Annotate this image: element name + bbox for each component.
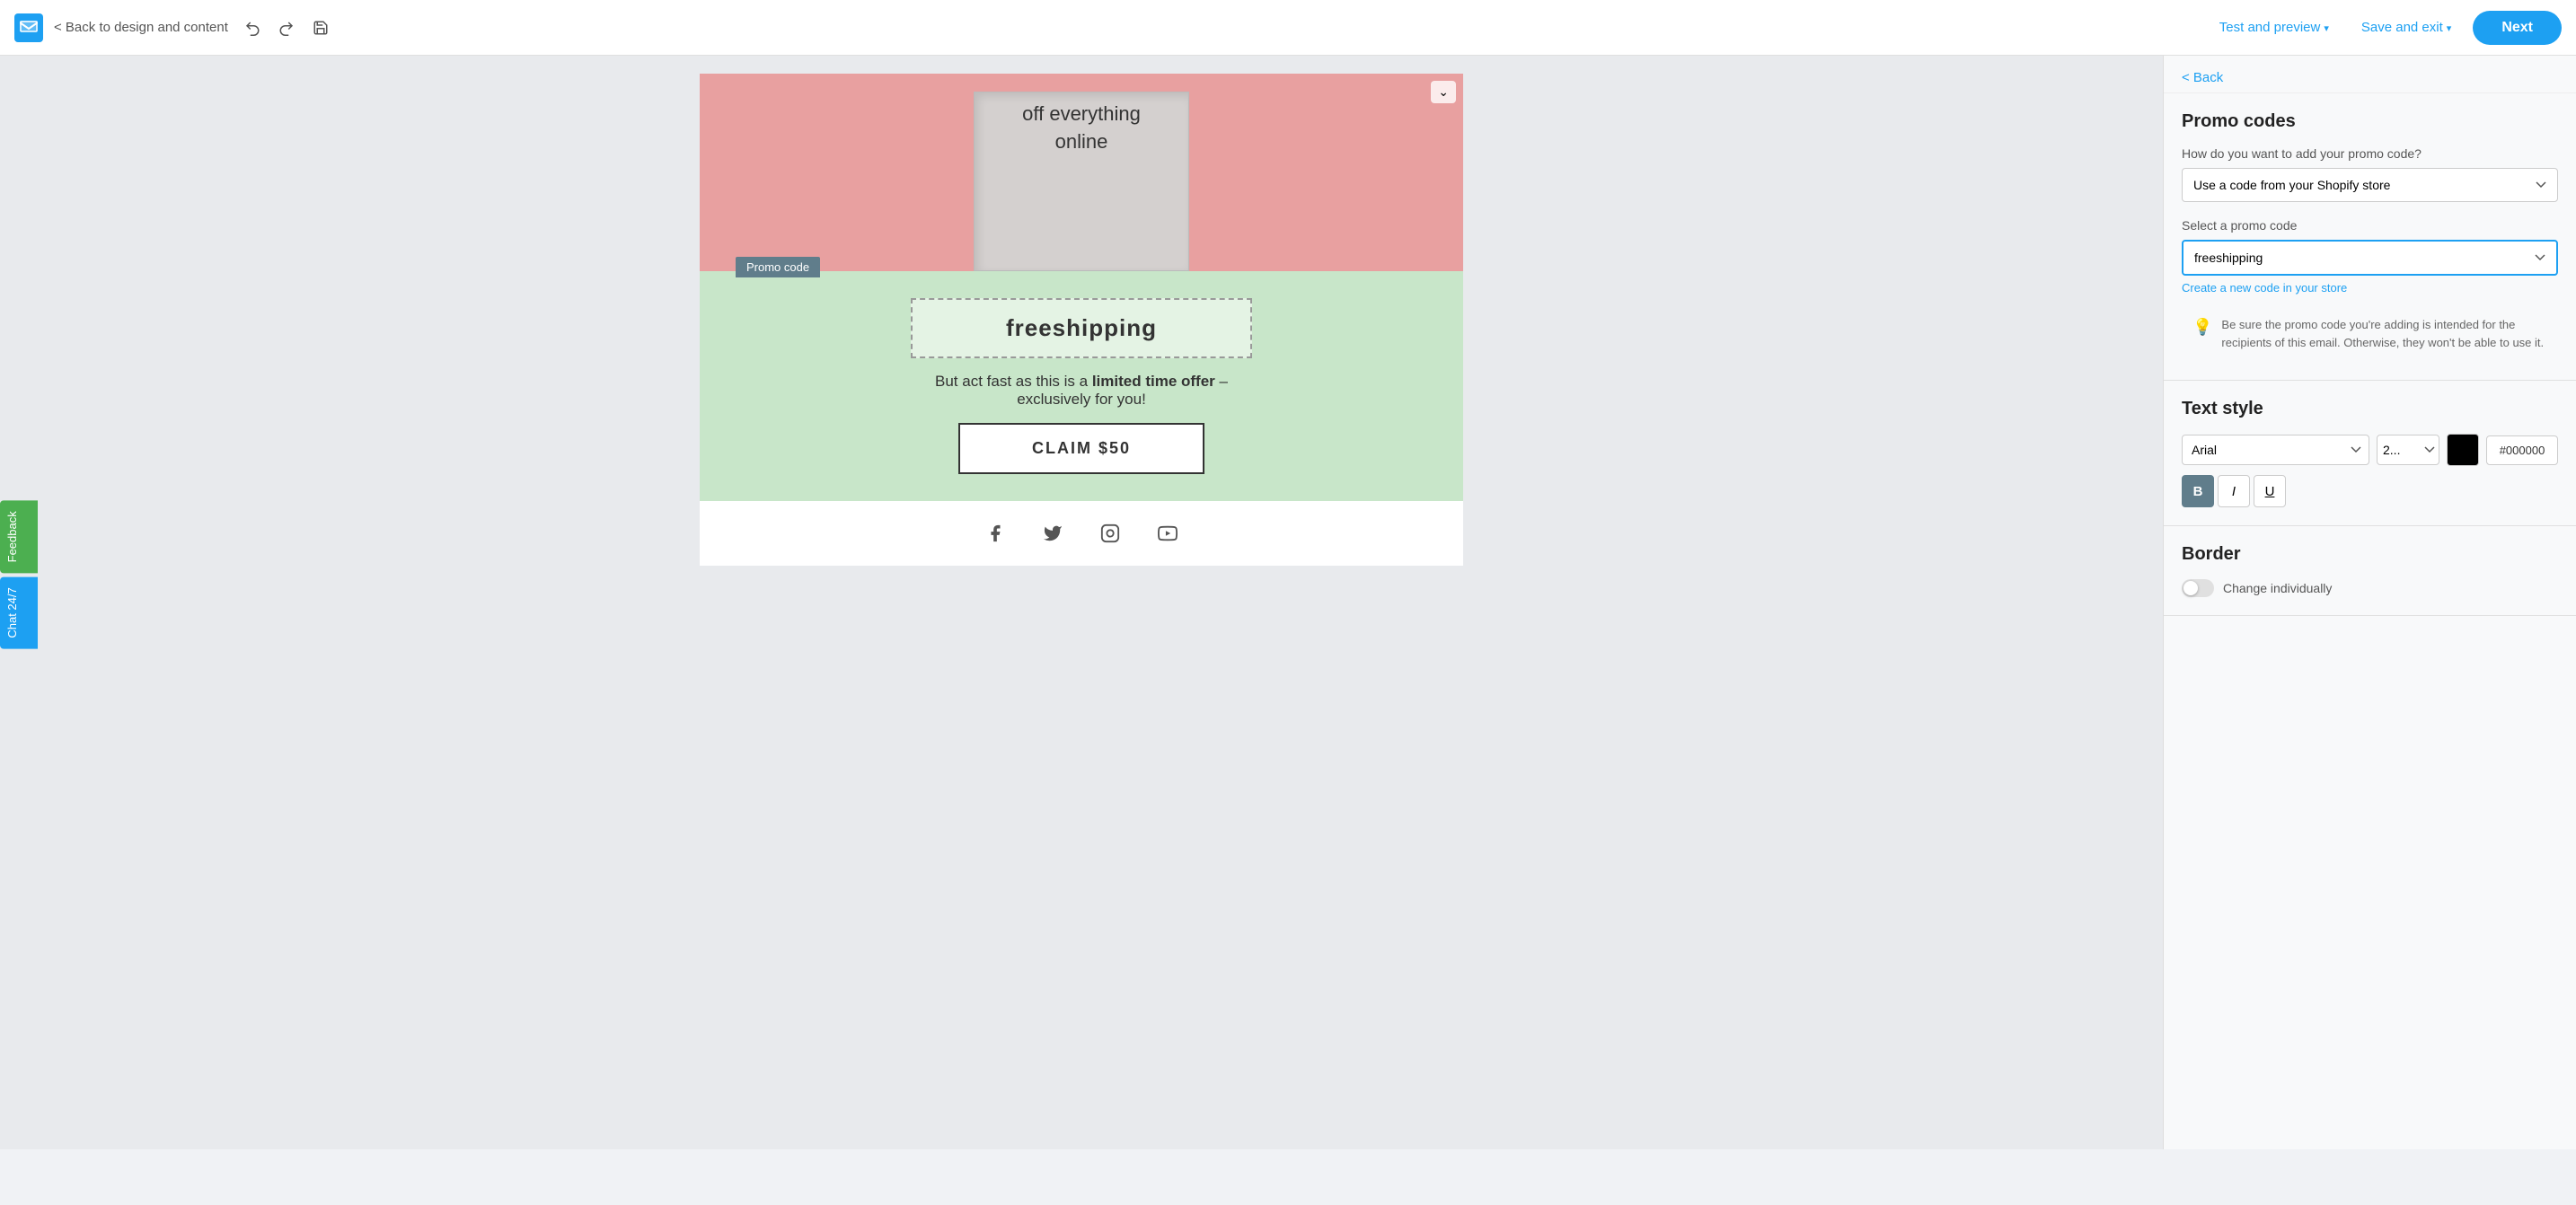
redo-button[interactable] [273, 14, 300, 41]
image-text: off everythingonline [1022, 101, 1141, 156]
logo-icon [14, 13, 43, 42]
border-section: Border Change individually [2164, 526, 2576, 616]
topbar: < Back to design and content [0, 0, 2576, 56]
info-box: 💡 Be sure the promo code you're adding i… [2182, 305, 2558, 362]
promo-code-box[interactable]: freeshipping [911, 298, 1252, 358]
italic-button[interactable]: I [2218, 475, 2250, 507]
claim-button[interactable]: CLAIM $50 [958, 423, 1204, 474]
main-layout: ⌄ off everythingonline [0, 56, 2576, 1149]
color-swatch[interactable] [2447, 434, 2479, 466]
promo-text: But act fast as this is a limited time o… [935, 373, 1228, 409]
right-panel: < Back Promo codes How do you want to ad… [2163, 56, 2576, 1149]
info-text: Be sure the promo code you're adding is … [2221, 316, 2547, 351]
side-tabs: Feedback Chat 24/7 [0, 500, 38, 648]
collapse-button[interactable]: ⌄ [1431, 81, 1456, 103]
save-exit-button[interactable]: Save and exit▾ [2351, 13, 2462, 42]
topbar-icons [239, 14, 334, 41]
select-code-label: Select a promo code [2182, 218, 2558, 233]
size-select[interactable]: 2... [2377, 435, 2439, 465]
social-row [700, 501, 1463, 566]
font-select[interactable]: Arial [2182, 435, 2369, 465]
text-style-row: Arial 2... #000000 [2182, 434, 2558, 466]
youtube-icon[interactable] [1153, 519, 1182, 548]
next-button[interactable]: Next [2473, 11, 2562, 45]
add-code-label: How do you want to add your promo code? [2182, 146, 2558, 161]
promo-code-select[interactable]: freeshipping [2182, 240, 2558, 276]
feedback-tab[interactable]: Feedback [0, 500, 38, 573]
border-toggle[interactable] [2182, 579, 2214, 597]
promo-label-tag: Promo code [736, 257, 820, 277]
promo-codes-section: Promo codes How do you want to add your … [2164, 93, 2576, 381]
color-value: #000000 [2486, 435, 2558, 465]
test-preview-button[interactable]: Test and preview▾ [2209, 13, 2340, 42]
promo-section[interactable]: Promo code freeshipping But act fast as … [700, 271, 1463, 501]
panel-back-link[interactable]: < Back [2164, 56, 2576, 93]
format-row: B I U [2182, 475, 2558, 507]
back-to-design-link[interactable]: < Back to design and content [54, 20, 228, 35]
save-button[interactable] [307, 14, 334, 41]
create-code-link[interactable]: Create a new code in your store [2182, 281, 2558, 295]
canvas-area[interactable]: ⌄ off everythingonline [0, 56, 2163, 1149]
border-change-label: Change individually [2223, 581, 2332, 595]
panel-title: Promo codes [2182, 111, 2558, 132]
text-style-title: Text style [2182, 399, 2558, 419]
email-image-section[interactable]: ⌄ off everythingonline [700, 74, 1463, 271]
underline-button[interactable]: U [2254, 475, 2286, 507]
email-canvas: ⌄ off everythingonline [700, 74, 1463, 566]
info-icon: 💡 [2192, 318, 2212, 337]
bold-button[interactable]: B [2182, 475, 2214, 507]
facebook-icon[interactable] [981, 519, 1010, 548]
chat-tab[interactable]: Chat 24/7 [0, 576, 38, 648]
add-code-select[interactable]: Use a code from your Shopify store [2182, 168, 2558, 202]
undo-button[interactable] [239, 14, 266, 41]
border-title: Border [2182, 544, 2558, 565]
instagram-icon[interactable] [1096, 519, 1125, 548]
twitter-icon[interactable] [1038, 519, 1067, 548]
topbar-left: < Back to design and content [14, 13, 334, 42]
topbar-right: Test and preview▾ Save and exit▾ Next [2209, 11, 2562, 45]
text-style-section: Text style Arial 2... #000000 B I U [2164, 381, 2576, 526]
